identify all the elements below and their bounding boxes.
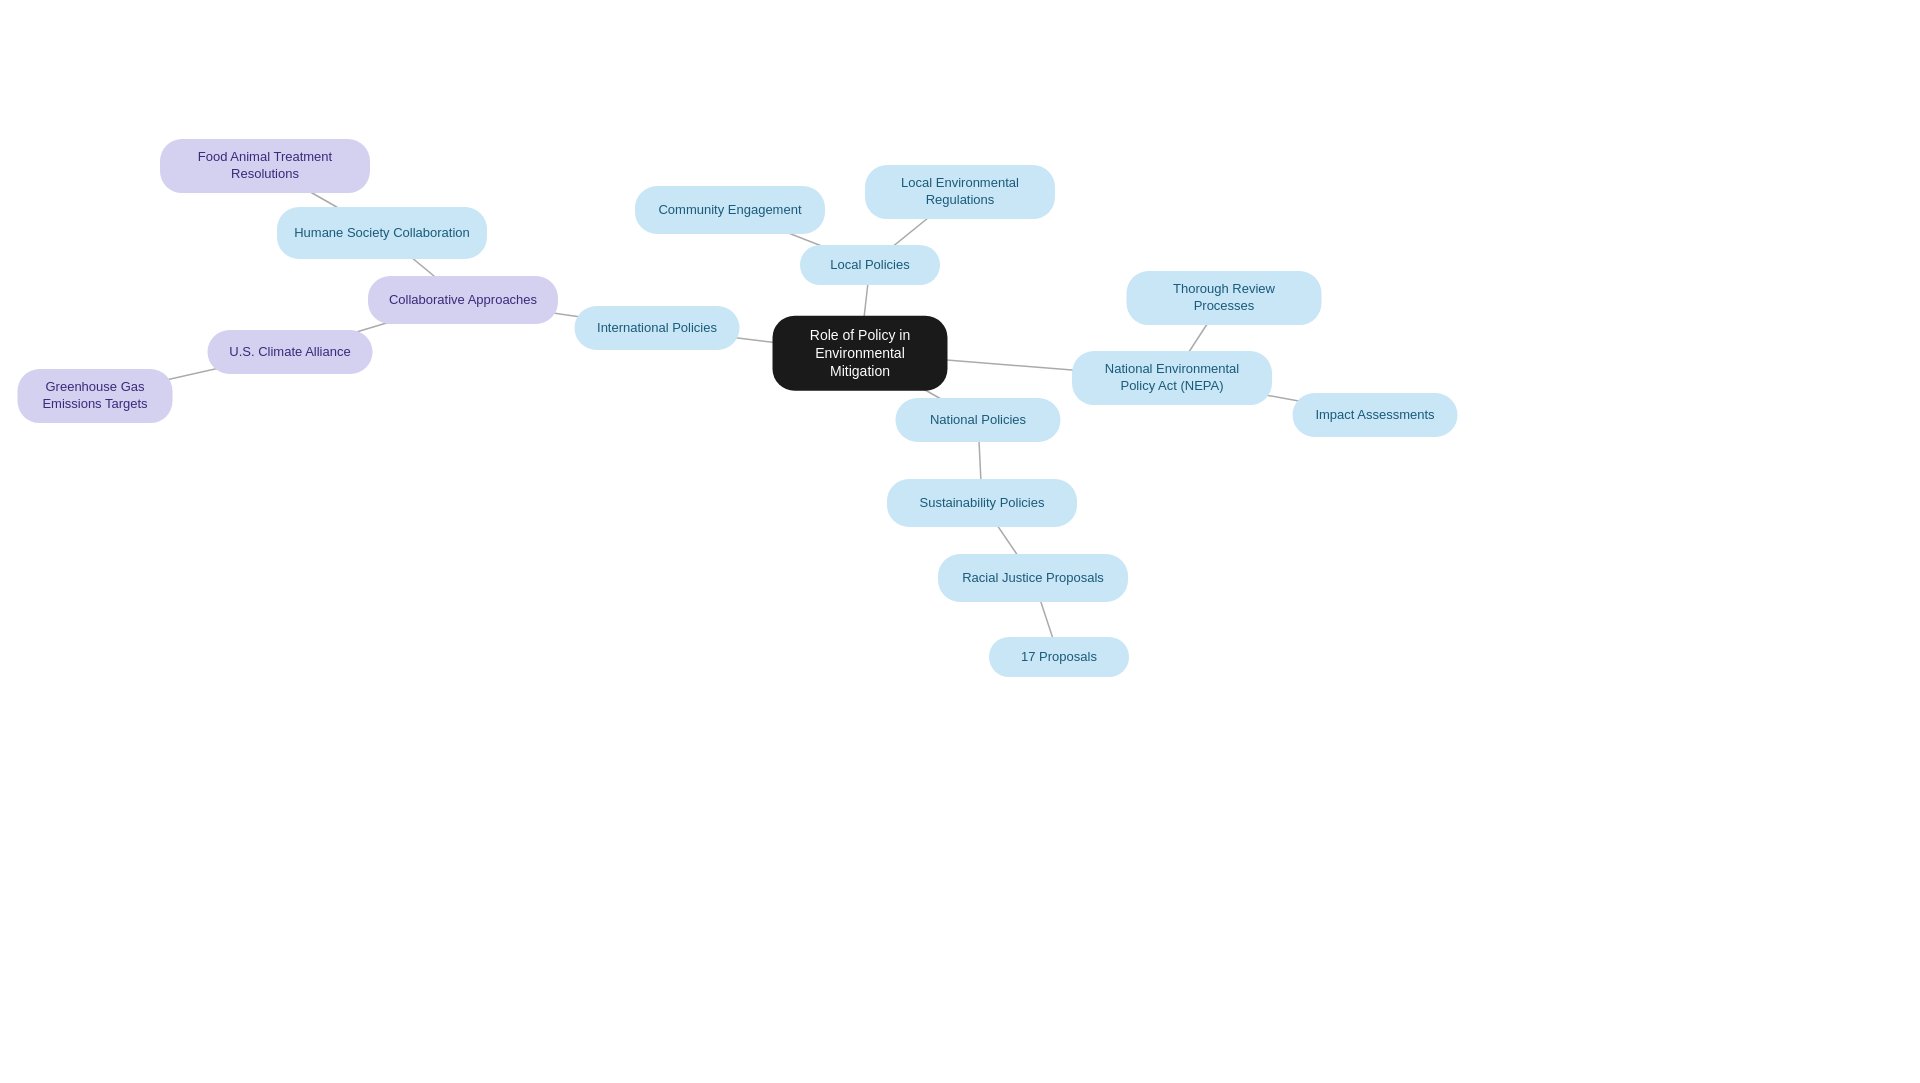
center-label: Role of Policy in Environmental Mitigati…	[789, 326, 932, 381]
local-env-regs-label: Local Environmental Regulations	[881, 175, 1039, 209]
ghg-targets-label: Greenhouse Gas Emissions Targets	[34, 379, 157, 413]
national-policies-node[interactable]: National Policies	[896, 398, 1061, 442]
sustainability-policies-node[interactable]: Sustainability Policies	[887, 479, 1077, 527]
ghg-targets-node[interactable]: Greenhouse Gas Emissions Targets	[18, 369, 173, 423]
collaborative-approaches-label: Collaborative Approaches	[389, 292, 537, 309]
nepa-label: National Environmental Policy Act (NEPA)	[1088, 361, 1256, 395]
food-animal-label: Food Animal Treatment Resolutions	[176, 149, 354, 183]
local-env-regs-node[interactable]: Local Environmental Regulations	[865, 165, 1055, 219]
thorough-review-label: Thorough Review Processes	[1143, 281, 1306, 315]
us-climate-alliance-node[interactable]: U.S. Climate Alliance	[208, 330, 373, 374]
racial-justice-node[interactable]: Racial Justice Proposals	[938, 554, 1128, 602]
local-policies-label: Local Policies	[830, 257, 910, 274]
community-engagement-node[interactable]: Community Engagement	[635, 186, 825, 234]
sustainability-policies-label: Sustainability Policies	[919, 495, 1044, 512]
proposals-17-node[interactable]: 17 Proposals	[989, 637, 1129, 677]
impact-assessments-node[interactable]: Impact Assessments	[1293, 393, 1458, 437]
humane-society-label: Humane Society Collaboration	[294, 225, 470, 242]
thorough-review-node[interactable]: Thorough Review Processes	[1127, 271, 1322, 325]
local-policies-node[interactable]: Local Policies	[800, 245, 940, 285]
nepa-node[interactable]: National Environmental Policy Act (NEPA)	[1072, 351, 1272, 405]
national-policies-label: National Policies	[930, 412, 1026, 429]
proposals-17-label: 17 Proposals	[1021, 649, 1097, 666]
community-engagement-label: Community Engagement	[658, 202, 801, 219]
racial-justice-label: Racial Justice Proposals	[962, 570, 1104, 587]
center-node[interactable]: Role of Policy in Environmental Mitigati…	[773, 316, 948, 391]
us-climate-alliance-label: U.S. Climate Alliance	[229, 344, 350, 361]
food-animal-node[interactable]: Food Animal Treatment Resolutions	[160, 139, 370, 193]
international-policies-node[interactable]: International Policies	[575, 306, 740, 350]
collaborative-approaches-node[interactable]: Collaborative Approaches	[368, 276, 558, 324]
impact-assessments-label: Impact Assessments	[1315, 407, 1434, 424]
humane-society-node[interactable]: Humane Society Collaboration	[277, 207, 487, 259]
international-policies-label: International Policies	[597, 320, 717, 337]
